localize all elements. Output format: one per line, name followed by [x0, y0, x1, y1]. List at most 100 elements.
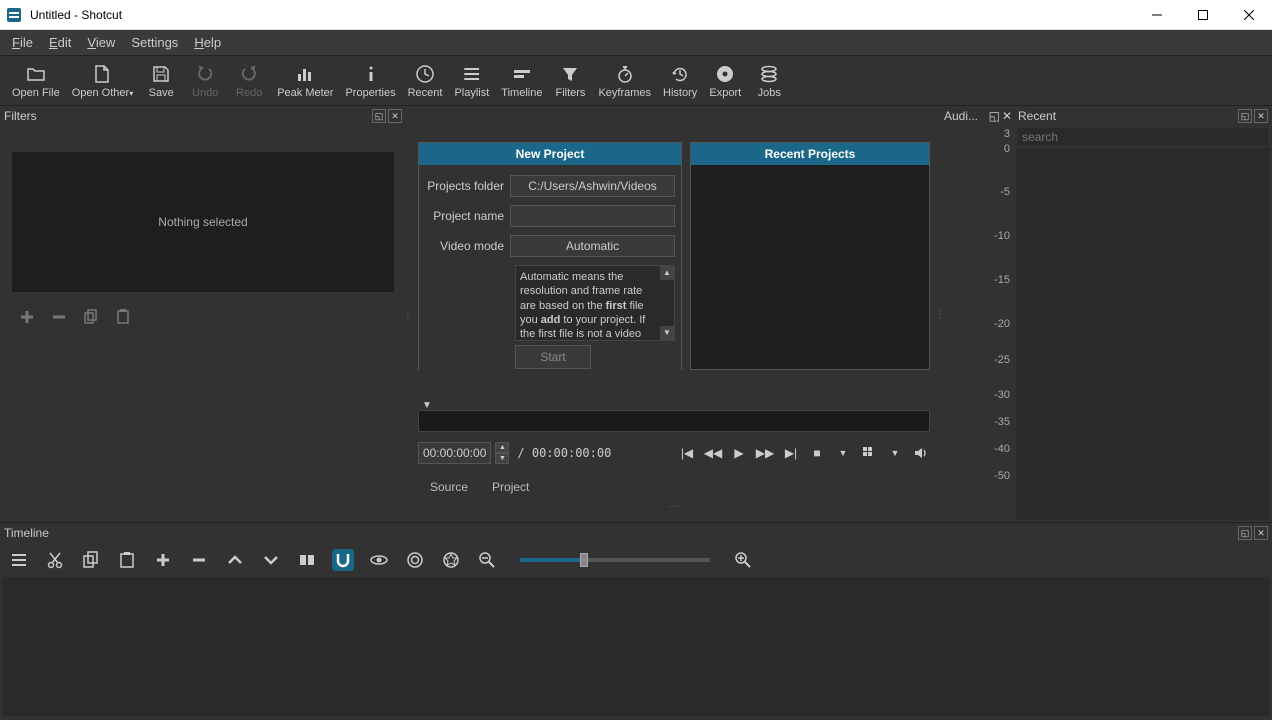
hint-scroll-up[interactable]: ▲ — [660, 266, 674, 280]
overwrite-button[interactable] — [260, 549, 282, 571]
undo-button[interactable]: Undo — [183, 61, 227, 101]
project-name-label: Project name — [425, 209, 510, 223]
projects-folder-dropdown[interactable]: C:/Users/Ashwin/Videos — [510, 175, 675, 197]
start-button[interactable]: Start — [515, 345, 591, 369]
recent-panel-undock[interactable]: ◱ — [1238, 109, 1252, 123]
undo-icon — [194, 63, 216, 85]
recent-panel-title: Recent — [1018, 109, 1056, 123]
peak-meter-button[interactable]: Peak Meter — [271, 61, 339, 101]
split-button[interactable] — [296, 549, 318, 571]
filters-button[interactable]: Filters — [548, 61, 592, 101]
rewind-button[interactable]: ◀◀ — [704, 444, 722, 462]
total-timecode: / 00:00:00:00 — [517, 446, 611, 460]
open-other-button[interactable]: Open Other▾ — [66, 61, 140, 101]
recent-panel-close[interactable]: ✕ — [1254, 109, 1268, 123]
video-mode-dropdown[interactable]: Automatic — [510, 235, 675, 257]
zoom-fit-button[interactable]: ■ — [808, 444, 826, 462]
hint-scroll-down[interactable]: ▼ — [660, 326, 674, 340]
timeline-panel-title: Timeline — [4, 526, 49, 540]
player-track[interactable]: ▼ — [418, 410, 930, 432]
document-plus-icon — [91, 63, 113, 85]
filter-add-button[interactable] — [16, 306, 38, 328]
fast-forward-button[interactable]: ▶▶ — [756, 444, 774, 462]
skip-prev-button[interactable]: |◀ — [678, 444, 696, 462]
scrub-button[interactable] — [368, 549, 390, 571]
save-button[interactable]: Save — [139, 61, 183, 101]
timeline-tracks-area[interactable] — [2, 577, 1270, 716]
ripple-button[interactable] — [404, 549, 426, 571]
snap-button[interactable] — [332, 549, 354, 571]
zoom-slider-thumb[interactable] — [580, 553, 588, 567]
zoom-slider[interactable] — [520, 558, 710, 562]
playlist-button[interactable]: Playlist — [448, 61, 495, 101]
new-project-card: New Project Projects folder C:/Users/Ash… — [418, 142, 682, 370]
menu-view[interactable]: View — [79, 31, 123, 54]
current-timecode[interactable]: 00:00:00:00 — [418, 442, 491, 464]
minimize-button[interactable] — [1134, 0, 1180, 30]
keyframes-button[interactable]: Keyframes — [592, 61, 657, 101]
audio-panel-close[interactable]: ✕ — [1002, 109, 1012, 123]
lift-button[interactable] — [224, 549, 246, 571]
clock-icon — [414, 63, 436, 85]
history-icon — [669, 63, 691, 85]
maximize-button[interactable] — [1180, 0, 1226, 30]
filter-copy-button[interactable] — [80, 306, 102, 328]
playhead-icon[interactable]: ▼ — [422, 400, 432, 411]
audio-panel-undock[interactable]: ◱ — [989, 109, 1000, 123]
title-bar: Untitled - Shotcut — [0, 0, 1272, 30]
video-mode-label: Video mode — [425, 239, 510, 253]
play-button[interactable]: ▶ — [730, 444, 748, 462]
grid-menu-button[interactable]: ▼ — [886, 444, 904, 462]
resize-handle[interactable]: ┄┄ — [418, 502, 930, 511]
audio-meter: 3 0 -5 -10 -15 -20 -25 -30 -35 -40 -50 — [942, 126, 1014, 522]
menu-bar: File Edit View Settings Help — [0, 30, 1272, 56]
timeline-panel-undock[interactable]: ◱ — [1238, 526, 1252, 540]
filter-remove-button[interactable] — [48, 306, 70, 328]
projects-folder-label: Projects folder — [425, 179, 510, 193]
open-file-button[interactable]: Open File — [6, 61, 66, 101]
redo-button[interactable]: Redo — [227, 61, 271, 101]
project-tab[interactable]: Project — [480, 476, 541, 498]
export-button[interactable]: Export — [703, 61, 747, 101]
append-button[interactable] — [152, 549, 174, 571]
project-name-input[interactable] — [510, 205, 675, 227]
menu-file[interactable]: File — [4, 31, 41, 54]
recent-list[interactable] — [1016, 148, 1270, 520]
main-toolbar: Open File Open Other▾ Save Undo Redo Pea… — [0, 56, 1272, 106]
properties-button[interactable]: Properties — [339, 61, 401, 101]
zoom-out-button[interactable] — [476, 549, 498, 571]
zoom-menu-button[interactable]: ▼ — [834, 444, 852, 462]
recent-projects-list[interactable] — [691, 165, 929, 369]
menu-settings[interactable]: Settings — [123, 31, 186, 54]
panel-close-button[interactable]: ✕ — [388, 109, 402, 123]
skip-next-button[interactable]: ▶| — [782, 444, 800, 462]
copy-button[interactable] — [80, 549, 102, 571]
recent-panel: Recent ◱ ✕ — [1014, 106, 1272, 522]
history-button[interactable]: History — [657, 61, 703, 101]
menu-edit[interactable]: Edit — [41, 31, 79, 54]
new-project-header: New Project — [419, 143, 681, 165]
grid-button[interactable] — [860, 444, 878, 462]
timeline-panel-close[interactable]: ✕ — [1254, 526, 1268, 540]
filters-preview: Nothing selected — [12, 152, 394, 292]
tc-up-button[interactable]: ▲ — [495, 442, 509, 453]
ripple-all-button[interactable] — [440, 549, 462, 571]
cut-button[interactable] — [44, 549, 66, 571]
panel-undock-button[interactable]: ◱ — [372, 109, 386, 123]
zoom-in-button[interactable] — [732, 549, 754, 571]
recent-button[interactable]: Recent — [402, 61, 449, 101]
delete-button[interactable] — [188, 549, 210, 571]
tc-down-button[interactable]: ▼ — [495, 453, 509, 464]
source-tab[interactable]: Source — [418, 476, 480, 498]
recent-search-input[interactable] — [1018, 128, 1268, 146]
close-button[interactable] — [1226, 0, 1272, 30]
peak-meter-icon — [294, 63, 316, 85]
menu-help[interactable]: Help — [186, 31, 229, 54]
timeline-button[interactable]: Timeline — [495, 61, 548, 101]
jobs-button[interactable]: Jobs — [747, 61, 791, 101]
volume-button[interactable] — [912, 444, 930, 462]
redo-icon — [238, 63, 260, 85]
filter-paste-button[interactable] — [112, 306, 134, 328]
timeline-menu-button[interactable] — [8, 549, 30, 571]
paste-button[interactable] — [116, 549, 138, 571]
